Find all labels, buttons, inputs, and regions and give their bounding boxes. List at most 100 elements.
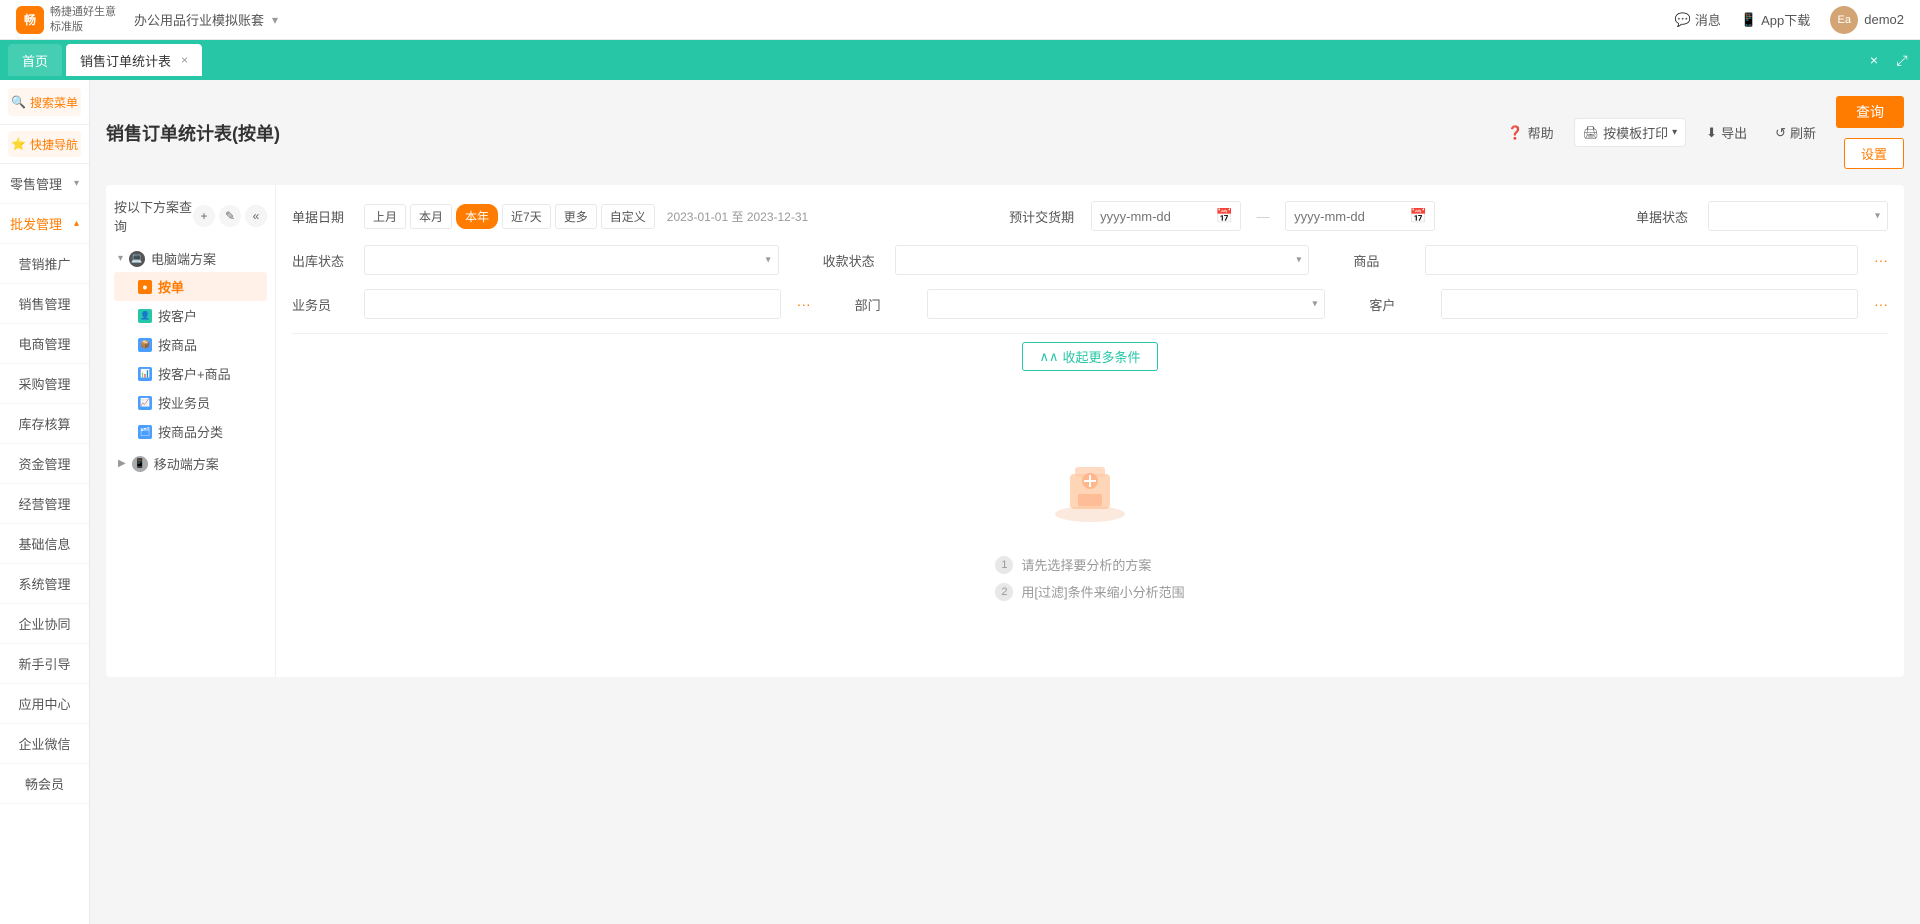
dept-select[interactable]	[927, 289, 1326, 319]
scheme-item-by-customer[interactable]: 👤 按客户	[114, 301, 267, 330]
sidebar-item-ecommerce[interactable]: 电商管理	[0, 324, 89, 364]
collapse-icon: ∧∧	[1039, 349, 1058, 365]
payment-status-select[interactable]	[895, 245, 1310, 275]
mobile-group-header[interactable]: ▶ 📱 移动端方案	[114, 450, 267, 477]
help-icon: ❓	[1507, 125, 1523, 141]
logo-text: 畅	[24, 11, 36, 28]
collapse-scheme-button[interactable]: «	[245, 205, 267, 227]
sidebar-item-vip[interactable]: 畅会员	[0, 764, 89, 804]
print-button[interactable]: 🖨 按模板打印 ▾	[1574, 118, 1687, 147]
sidebar-item-system[interactable]: 系统管理	[0, 564, 89, 604]
date-this-month-button[interactable]: 本月	[410, 204, 452, 229]
user-profile[interactable]: Ea demo2	[1830, 6, 1904, 34]
page-header: 销售订单统计表(按单) ❓ 帮助 🖨 按模板打印 ▾ ⬇ 导出	[106, 96, 1904, 169]
scheme-header-title: 按以下方案查询	[114, 197, 193, 235]
sidebar-item-retail[interactable]: 零售管理 ▾	[0, 164, 89, 204]
help-button[interactable]: ❓ 帮助	[1499, 119, 1561, 146]
sidebar-item-appstore[interactable]: 应用中心	[0, 684, 89, 724]
status-select[interactable]	[1708, 201, 1888, 231]
customer-more-icon[interactable]: ···	[1874, 296, 1888, 312]
app-download-button[interactable]: 📱 App下载	[1741, 10, 1810, 29]
search-menu-button[interactable]: 🔍 搜索菜单	[8, 88, 81, 116]
sidebar-item-newbie[interactable]: 新手引导	[0, 644, 89, 684]
tab-sales-order-stats[interactable]: 销售订单统计表 ×	[66, 44, 202, 76]
message-button[interactable]: 💬 消息	[1675, 10, 1721, 29]
edit-scheme-button[interactable]: ✎	[219, 205, 241, 227]
scheme-by-cust-prod-label: 按客户+商品	[158, 364, 231, 383]
scheme-by-order-label: 按单	[158, 277, 184, 296]
print-icon: 🖨	[1583, 125, 1600, 141]
date-last-7days-button[interactable]: 近7天	[502, 204, 551, 229]
breadcrumb-arrow-icon[interactable]: ▾	[272, 13, 278, 27]
logo-brand: 畅捷通好生意 标准版	[50, 5, 116, 34]
product-label: 商品	[1353, 251, 1413, 270]
sidebar-item-operations[interactable]: 经营管理	[0, 484, 89, 524]
page-title: 销售订单统计表(按单)	[106, 120, 280, 146]
mobile-group-icon: 📱	[132, 456, 148, 472]
sidebar-item-finance[interactable]: 资金管理	[0, 444, 89, 484]
empty-tip-2-text: 用[过滤]条件来缩小分析范围	[1021, 582, 1184, 601]
scheme-item-by-salesman[interactable]: 📈 按业务员	[114, 388, 267, 417]
pc-scheme-group: ▾ 💻 电脑端方案 ● 按单 👤 按客户 📦 按商品	[114, 245, 267, 446]
empty-state: 1 请先选择要分析的方案 2 用[过滤]条件来缩小分析范围	[292, 379, 1888, 661]
scheme-by-salesman-icon: 📈	[138, 396, 152, 410]
sidebar-item-basic[interactable]: 基础信息	[0, 524, 89, 564]
salesman-more-icon[interactable]: ···	[797, 296, 811, 312]
sidebar-item-marketing[interactable]: 营销推广	[0, 244, 89, 284]
tab-close-icon[interactable]: ×	[181, 53, 188, 67]
scheme-by-order-icon: ●	[138, 280, 152, 294]
sidebar-item-wechat[interactable]: 企业微信	[0, 724, 89, 764]
scheme-by-category-icon: 🗂	[138, 425, 152, 439]
ship-status-select[interactable]	[364, 245, 779, 275]
date-separator: —	[1253, 209, 1273, 224]
sidebar-item-enterprise[interactable]: 企业协同	[0, 604, 89, 644]
status-label: 单据状态	[1636, 207, 1696, 226]
customer-input[interactable]	[1441, 289, 1858, 319]
collapse-filters-button[interactable]: ∧∧ 收起更多条件	[1022, 342, 1157, 371]
top-bar: 畅 畅捷通好生意 标准版 办公用品行业模拟账套 ▾ 💬 消息 📱 App下载 E…	[0, 0, 1920, 40]
wholesale-arrow-icon: ▴	[74, 218, 79, 229]
date-custom-button[interactable]: 自定义	[601, 204, 655, 229]
delivery-date-to-input[interactable]	[1285, 201, 1435, 231]
content-area: 销售订单统计表(按单) ❓ 帮助 🖨 按模板打印 ▾ ⬇ 导出	[90, 80, 1920, 924]
add-scheme-button[interactable]: +	[193, 205, 215, 227]
product-more-icon[interactable]: ···	[1874, 252, 1888, 268]
sidebar-item-inventory[interactable]: 库存核算	[0, 404, 89, 444]
delivery-date-from-input[interactable]	[1091, 201, 1241, 231]
logo-icon: 畅	[16, 6, 44, 34]
scheme-by-product-label: 按商品	[158, 335, 197, 354]
salesman-input[interactable]	[364, 289, 781, 319]
sidebar: 🔍 搜索菜单 ⭐ 快捷导航 零售管理 ▾ 批发管理 ▴ 营销推广 销售管理 电商…	[0, 80, 90, 924]
export-button[interactable]: ⬇ 导出	[1698, 119, 1755, 146]
tab-home[interactable]: 首页	[8, 44, 62, 76]
refresh-icon: ↺	[1775, 125, 1786, 141]
query-button[interactable]: 查询	[1836, 96, 1904, 128]
date-this-year-button[interactable]: 本年	[456, 204, 498, 229]
scheme-item-by-cust-prod[interactable]: 📊 按客户+商品	[114, 359, 267, 388]
scheme-item-by-category[interactable]: 🗂 按商品分类	[114, 417, 267, 446]
window-maximize-button[interactable]: ⤢	[1892, 50, 1912, 70]
retail-arrow-icon: ▾	[74, 178, 79, 189]
sidebar-item-purchase[interactable]: 采购管理	[0, 364, 89, 404]
mobile-scheme-group: ▶ 📱 移动端方案	[114, 450, 267, 477]
message-icon: 💬	[1675, 12, 1691, 28]
window-close-button[interactable]: ×	[1864, 50, 1884, 70]
star-icon: ⭐	[11, 137, 26, 151]
scheme-item-by-product[interactable]: 📦 按商品	[114, 330, 267, 359]
refresh-button[interactable]: ↺ 刷新	[1767, 119, 1824, 146]
date-range-display: 2023-01-01 至 2023-12-31	[667, 208, 808, 225]
scheme-by-customer-icon: 👤	[138, 309, 152, 323]
sidebar-item-sales[interactable]: 销售管理	[0, 284, 89, 324]
pc-group-header[interactable]: ▾ 💻 电脑端方案	[114, 245, 267, 272]
app-download-icon: 📱	[1741, 12, 1757, 28]
date-more-button[interactable]: 更多	[555, 204, 597, 229]
date-last-month-button[interactable]: 上月	[364, 204, 406, 229]
scheme-item-by-order[interactable]: ● 按单	[114, 272, 267, 301]
settings-button[interactable]: 设置	[1844, 138, 1904, 169]
sidebar-item-wholesale[interactable]: 批发管理 ▴	[0, 204, 89, 244]
quick-nav-button[interactable]: ⭐ 快捷导航	[8, 131, 81, 157]
scheme-header-icons: + ✎ «	[193, 205, 267, 227]
scheme-panel: 按以下方案查询 + ✎ « ▾ 💻 电脑端方案 ● 按单	[106, 185, 276, 677]
product-input[interactable]	[1425, 245, 1858, 275]
expected-delivery-label: 预计交货期	[1009, 207, 1079, 226]
